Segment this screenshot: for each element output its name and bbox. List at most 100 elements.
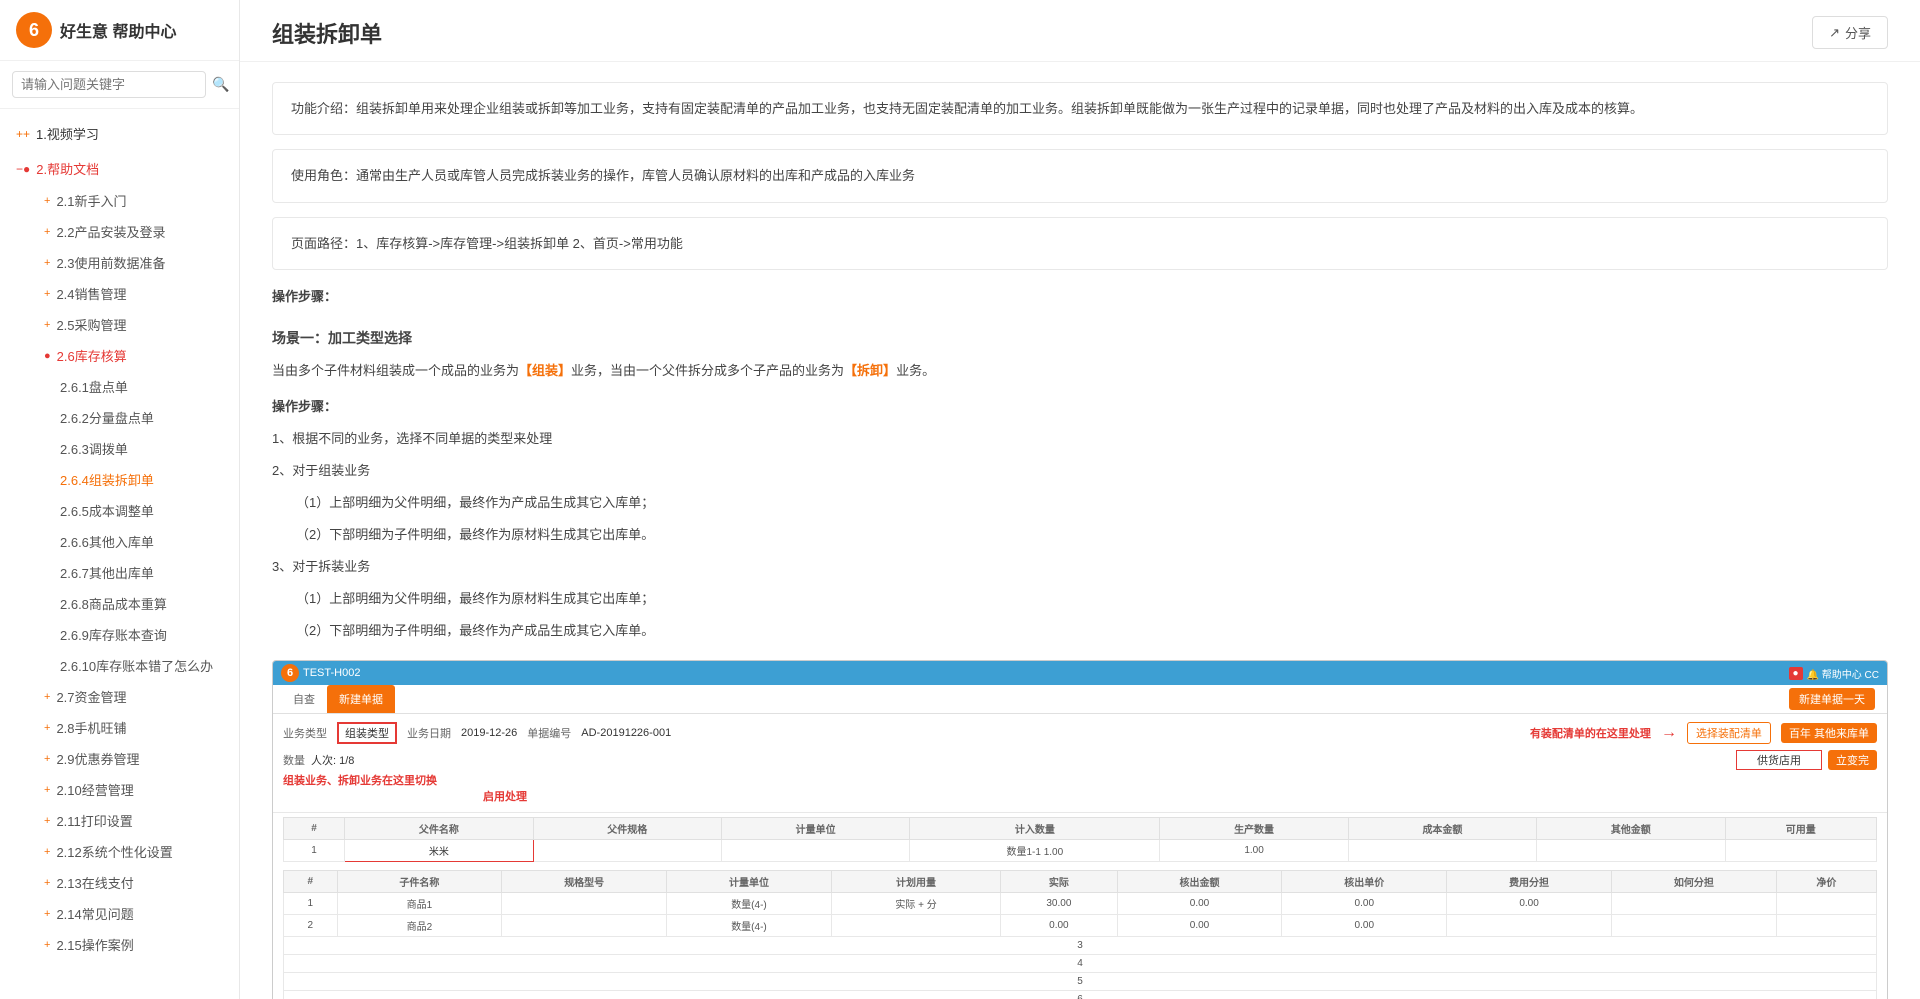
sidebar-item-video[interactable]: + 1.视频学习 [0, 117, 239, 150]
sidebar-item-docs[interactable]: ● 2.帮助文档 [0, 152, 239, 185]
ss-form-row: 业务类型 组装类型 业务日期 2019-12-26 单据编号 AD-201912… [283, 722, 1877, 744]
th2-how: 如何分担 [1611, 871, 1776, 893]
ss-system: TEST-H002 [303, 667, 360, 679]
sidebar-item-262[interactable]: 2.6.2分量盘点单 [44, 402, 239, 433]
sidebar-item-cases[interactable]: + 2.15操作案例 [28, 929, 239, 960]
plus-icon: + [44, 319, 50, 331]
td2-plan: 实际 + 分 [831, 893, 1000, 915]
sidebar-item-2610[interactable]: 2.6.10库存账本错了怎么办 [44, 650, 239, 681]
table2-body: 1 商品1 数量(4-) 实际 + 分 30.00 0.00 0.00 0.00 [284, 893, 1877, 999]
ss-apply-btn[interactable]: 立变完 [1828, 750, 1877, 770]
td-plan-qty: 数量1-1 1.00 [910, 840, 1160, 862]
step2-2: （2）下部明细为子件明细，最终作为原材料生成其它出库单。 [296, 522, 1888, 548]
ss-input-field[interactable]: 供货店用 [1736, 750, 1822, 770]
td2-amt: 0.00 [1117, 915, 1282, 937]
sidebar-item-sales[interactable]: + 2.4销售管理 [28, 278, 239, 309]
ss-tab-zcha[interactable]: 自查 [281, 685, 327, 713]
sidebar-item-print[interactable]: + 2.11打印设置 [28, 805, 239, 836]
sidebar-item-purchase[interactable]: + 2.5采购管理 [28, 309, 239, 340]
ss-select-bill-btn[interactable]: 选择装配清单 [1687, 722, 1771, 744]
share-label: 分享 [1845, 23, 1871, 42]
td2-unit: 数量(4-) [667, 915, 832, 937]
sidebar-item-mgmt[interactable]: + 2.10经营管理 [28, 774, 239, 805]
td2-how [1611, 893, 1776, 915]
plus-icon: + [44, 226, 50, 238]
step3-2: （2）下部明细为子件明细，最终作为产成品生成其它入库单。 [296, 618, 1888, 644]
table-row: 3 [284, 937, 1877, 955]
ss-ann2: 组装业务、拆卸业务在这里切换 [283, 775, 437, 787]
sidebar-item-data[interactable]: + 2.3使用前数据准备 [28, 247, 239, 278]
th2-num: # [284, 871, 338, 893]
td2-spec [502, 893, 667, 915]
table1-body: 1 米米 数量1-1 1.00 1.00 [284, 840, 1877, 862]
minus-icon: ● [44, 350, 51, 362]
role-text: 使用角色：通常由生产人员或库管人员完成拆装业务的操作，库管人员确认原材料的出库和… [291, 168, 915, 183]
td-fname: 米米 [345, 840, 533, 862]
ss-form-row2: 数量 人次: 1/8 供货店用 立变完 [283, 750, 1877, 770]
sidebar-item-payment[interactable]: + 2.13在线支付 [28, 867, 239, 898]
sidebar-item-263[interactable]: 2.6.3调拨单 [44, 433, 239, 464]
search-icon[interactable]: 🔍 [212, 76, 229, 93]
sidebar-item-261[interactable]: 2.6.1盘点单 [44, 371, 239, 402]
ss-other-btn[interactable]: 百年 其他来库单 [1781, 723, 1877, 743]
ss-ann3: 启用处理 [483, 791, 527, 803]
search-input[interactable] [12, 71, 206, 98]
step3: 3、对于拆装业务 [272, 554, 1888, 580]
sidebar-item-265[interactable]: 2.6.5成本调整单 [44, 495, 239, 526]
sidebar-item-install[interactable]: + 2.2产品安装及登录 [28, 216, 239, 247]
nav-sub-docs: + 2.1新手入门 + 2.2产品安装及登录 + 2.3使用前数据准备 + 2.… [0, 185, 239, 960]
logo-icon: 6 [16, 12, 52, 48]
sidebar-item-newbie[interactable]: + 2.1新手入门 [28, 185, 239, 216]
th-avail: 可用量 [1725, 818, 1877, 840]
scenario1-title: 场景一：加工类型选择 [272, 324, 1888, 352]
td-num: 1 [284, 840, 345, 862]
sidebar-item-mobile[interactable]: + 2.8手机旺铺 [28, 712, 239, 743]
screenshot-table2-container: # 子件名称 规格型号 计量单位 计划用量 实际 核出金额 核出单价 费用分担 … [273, 866, 1887, 999]
table-row: 5 [284, 973, 1877, 991]
sidebar-item-267[interactable]: 2.6.7其他出库单 [44, 557, 239, 588]
step2-1: （1）上部明细为父件明细，最终作为产成品生成其它入库单； [296, 490, 1888, 516]
share-button[interactable]: ↗ 分享 [1812, 16, 1888, 49]
search-bar: 🔍 [0, 61, 239, 109]
sidebar-item-coupon[interactable]: + 2.9优惠券管理 [28, 743, 239, 774]
th2-net: 净价 [1776, 871, 1876, 893]
sidebar-item-inventory[interactable]: ● 2.6库存核算 [28, 340, 239, 371]
plus-icon: + [44, 815, 50, 827]
th2-price: 核出单价 [1282, 871, 1447, 893]
app-title: 好生意 帮助中心 [60, 18, 176, 42]
ss-logo: 6 [281, 664, 299, 682]
table-row: 1 商品1 数量(4-) 实际 + 分 30.00 0.00 0.00 0.00 [284, 893, 1877, 915]
td-other [1537, 840, 1725, 862]
plus-icon: + [44, 877, 50, 889]
td2-net [1776, 893, 1876, 915]
ss-arrow1: → [1661, 724, 1677, 742]
ss-new-btn[interactable]: 新建单据一天 [1789, 688, 1875, 710]
ss-tab-new[interactable]: 新建单据 [327, 685, 395, 713]
sidebar-item-269[interactable]: 2.6.9库存账本查询 [44, 619, 239, 650]
table2-header: # 子件名称 规格型号 计量单位 计划用量 实际 核出金额 核出单价 费用分担 … [284, 871, 1877, 893]
table-row: 6 [284, 991, 1877, 999]
sidebar-item-faq[interactable]: + 2.14常见问题 [28, 898, 239, 929]
th2-unit: 计量单位 [667, 871, 832, 893]
td2-price: 0.00 [1282, 915, 1447, 937]
plus-icon: + [44, 288, 50, 300]
sidebar-item-finance[interactable]: + 2.7资金管理 [28, 681, 239, 712]
td-empty: 5 [284, 973, 1877, 991]
step1: 1、根据不同的业务，选择不同单据的类型来处理 [272, 426, 1888, 452]
td2-how [1611, 915, 1776, 937]
plus-icon: + [44, 691, 50, 703]
th-cost: 成本金额 [1348, 818, 1536, 840]
th2-actual: 实际 [1001, 871, 1117, 893]
th-fname: 父件名称 [345, 818, 533, 840]
sidebar-item-264[interactable]: 2.6.4组装拆卸单 [44, 464, 239, 495]
screenshot-form: 业务类型 组装类型 业务日期 2019-12-26 单据编号 AD-201912… [273, 714, 1887, 813]
minus-icon: ● [16, 162, 30, 176]
th-other: 其他金额 [1537, 818, 1725, 840]
td2-actual: 30.00 [1001, 893, 1117, 915]
sidebar-item-video-label: 1.视频学习 [36, 124, 99, 143]
nav-group-1: + 1.视频学习 [0, 117, 239, 150]
sidebar-item-personalize[interactable]: + 2.12系统个性化设置 [28, 836, 239, 867]
sidebar-item-268[interactable]: 2.6.8商品成本重算 [44, 588, 239, 619]
sidebar-item-266[interactable]: 2.6.6其他入库单 [44, 526, 239, 557]
ss-ann3-container: 启用处理 [283, 788, 1877, 804]
